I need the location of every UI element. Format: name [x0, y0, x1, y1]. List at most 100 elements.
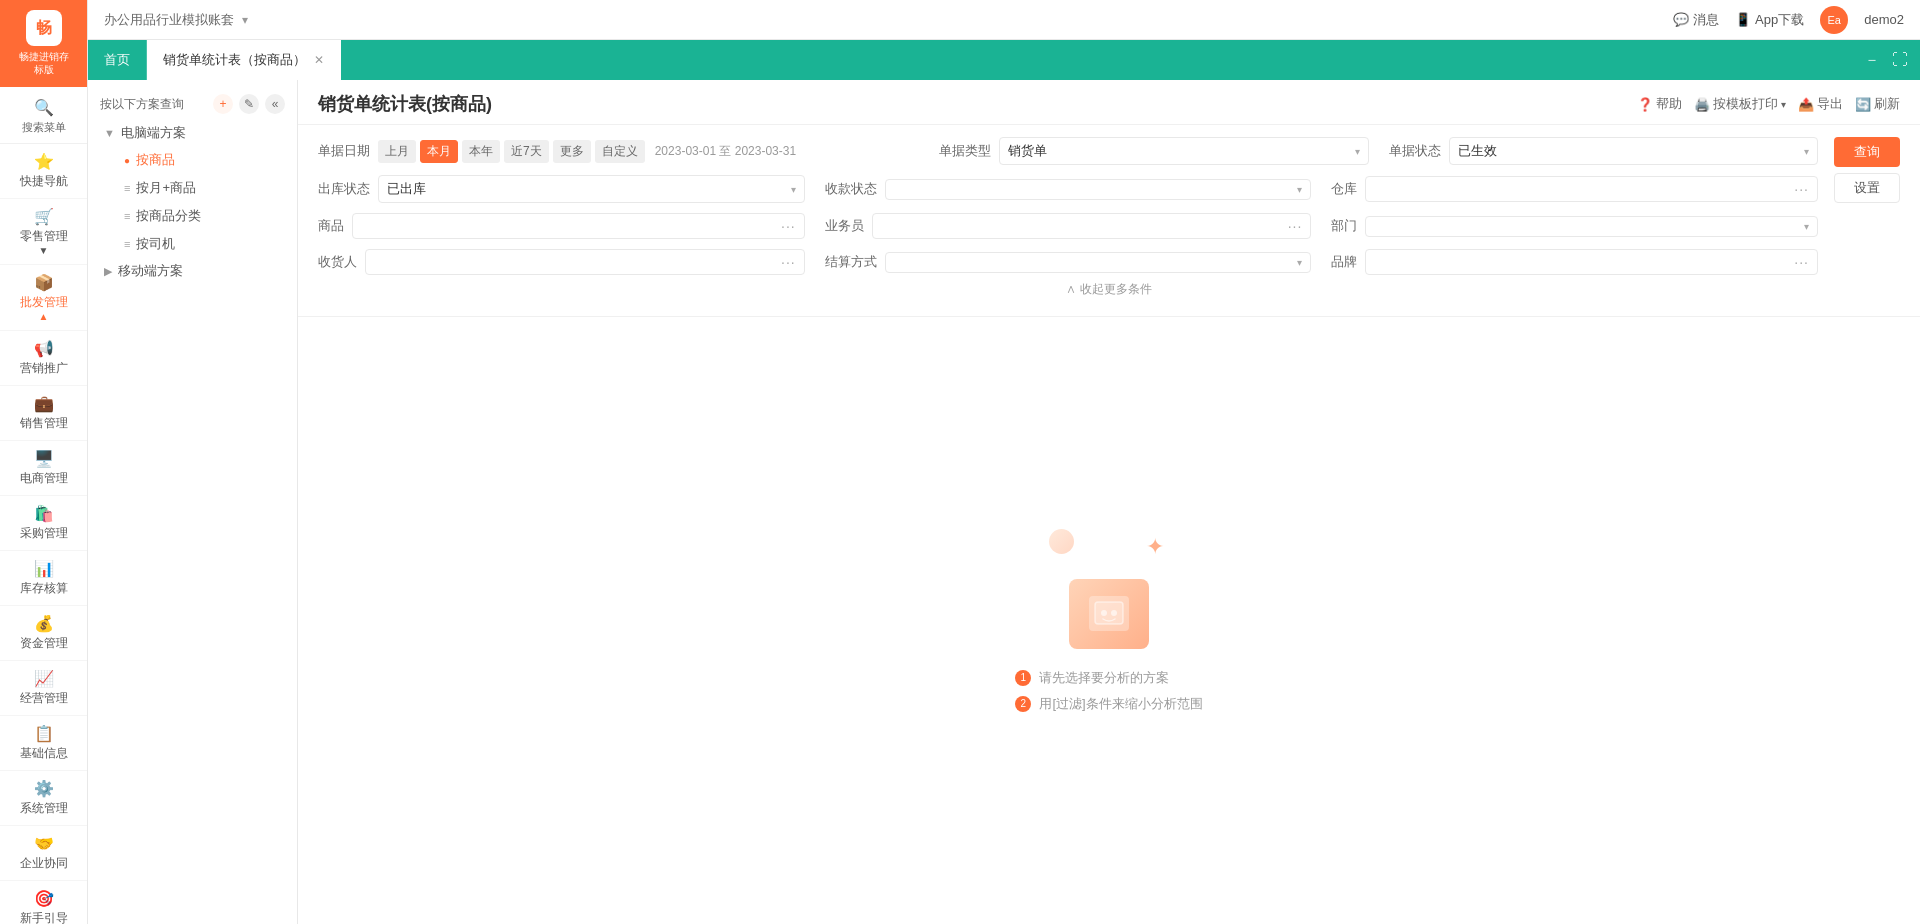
- tree-sub-item-by-product[interactable]: ● 按商品: [88, 146, 297, 174]
- filter-department: 部门 ▾: [1331, 216, 1818, 237]
- app-logo[interactable]: 畅 畅捷进销存 标版: [0, 0, 87, 87]
- tree-item-desktop[interactable]: ▼ 电脑端方案: [88, 120, 297, 146]
- template-print-label: 按模板打印: [1713, 95, 1778, 113]
- by-warehouse-label: 按司机: [136, 235, 175, 253]
- tab-minimize-btn[interactable]: －: [1860, 48, 1884, 73]
- user-name[interactable]: demo2: [1864, 12, 1904, 27]
- sidebar-item-operations[interactable]: 📈 经营管理: [0, 661, 87, 716]
- date-buttons: 上月 本月 本年 近7天 更多 自定义: [378, 140, 645, 163]
- operations-label: 经营管理: [20, 690, 68, 707]
- sidebar-item-finance[interactable]: 💰 资金管理: [0, 606, 87, 661]
- help-icon: ❓: [1637, 97, 1653, 112]
- by-product-category-label: 按商品分类: [136, 207, 201, 225]
- date-btn-this-year[interactable]: 本年: [462, 140, 500, 163]
- date-btn-custom[interactable]: 自定义: [595, 140, 645, 163]
- product-input[interactable]: ···: [352, 213, 805, 239]
- tree-sub-item-by-product-category[interactable]: ≡ 按商品分类: [88, 202, 297, 230]
- collapse-bar[interactable]: ∧ 收起更多条件: [318, 275, 1900, 304]
- sidebar-item-marketing[interactable]: 📢 营销推广: [0, 331, 87, 386]
- department-label: 部门: [1331, 217, 1357, 235]
- template-print-link[interactable]: 🖨️ 按模板打印 ▾: [1694, 95, 1786, 113]
- wholesale-icon: 📦: [34, 273, 54, 292]
- empty-tip-2-text: 用[过滤]条件来缩小分析范围: [1039, 695, 1202, 713]
- sidebar-item-system[interactable]: ⚙️ 系统管理: [0, 771, 87, 826]
- sidebar-item-search[interactable]: 🔍 搜索菜单: [0, 87, 87, 144]
- add-scheme-btn[interactable]: +: [213, 94, 233, 114]
- sidebar-item-purchase[interactable]: 🛍️ 采购管理: [0, 496, 87, 551]
- filter-area: 单据日期 上月 本月 本年 近7天 更多 自定义: [298, 125, 1920, 317]
- out-status-select[interactable]: 已出库 ▾: [378, 175, 805, 203]
- date-filter-control: 上月 本月 本年 近7天 更多 自定义 2023-03-01 至 2023-03…: [378, 140, 919, 163]
- finance-icon: 💰: [34, 614, 54, 633]
- doc-type-select[interactable]: 销货单 ▾: [999, 137, 1368, 165]
- sidebar-item-sales-mgmt[interactable]: 💼 销售管理: [0, 386, 87, 441]
- tree-item-mobile[interactable]: ▶ 移动端方案: [88, 258, 297, 284]
- edit-scheme-btn[interactable]: ✎: [239, 94, 259, 114]
- account-title: 办公用品行业模拟账套: [104, 11, 234, 29]
- sidebar-item-enterprise-collab[interactable]: 🤝 企业协同: [0, 826, 87, 881]
- date-btn-more[interactable]: 更多: [553, 140, 591, 163]
- date-btn-this-month[interactable]: 本月: [420, 140, 458, 163]
- salesperson-input[interactable]: ···: [872, 213, 1312, 239]
- ecom-icon: 🖥️: [34, 449, 54, 468]
- query-button[interactable]: 查询: [1834, 137, 1900, 167]
- enterprise-collab-icon: 🤝: [34, 834, 54, 853]
- filter-collection-status: 收款状态 ▾: [825, 179, 1312, 200]
- content-area: 按以下方案查询 + ✎ « ▼ 电脑端方案 ● 按商品 ≡ 按月+商品 ≡ 按商…: [88, 80, 1920, 924]
- doc-status-arrow: ▾: [1804, 146, 1809, 157]
- department-select[interactable]: ▾: [1365, 216, 1818, 237]
- sidebar-item-ecom[interactable]: 🖥️ 电商管理: [0, 441, 87, 496]
- warehouse-dots: ···: [1794, 181, 1809, 197]
- message-action[interactable]: 💬 消息: [1673, 11, 1719, 29]
- recipient-input[interactable]: ···: [365, 249, 805, 275]
- basic-info-icon: 📋: [34, 724, 54, 743]
- sidebar-item-inventory[interactable]: 📊 库存核算: [0, 551, 87, 606]
- newbie-label: 新手引导: [20, 910, 68, 924]
- empty-state: ✦: [298, 317, 1920, 924]
- header-left: 办公用品行业模拟账套 ▾: [104, 11, 248, 29]
- sidebar-item-newbie[interactable]: 🎯 新手引导: [0, 881, 87, 924]
- empty-illustration: ✦: [1049, 529, 1169, 649]
- tab-home[interactable]: 首页: [88, 40, 147, 80]
- by-product-label: 按商品: [136, 151, 175, 169]
- refresh-icon: 🔄: [1855, 97, 1871, 112]
- sidebar-item-retail[interactable]: 🛒 零售管理 ▼: [0, 199, 87, 265]
- sidebar-item-wholesale[interactable]: 📦 批发管理 ▲: [0, 265, 87, 331]
- tab-sales-stat-close[interactable]: ✕: [314, 54, 324, 66]
- purchase-label: 采购管理: [20, 525, 68, 542]
- help-link[interactable]: ❓ 帮助: [1637, 95, 1682, 113]
- collection-status-select[interactable]: ▾: [885, 179, 1312, 200]
- user-avatar[interactable]: Ea: [1820, 6, 1848, 34]
- tab-sales-stat[interactable]: 销货单统计表（按商品） ✕: [147, 40, 341, 80]
- wholesale-label: 批发管理: [20, 294, 68, 311]
- tree-sub-item-by-month-product[interactable]: ≡ 按月+商品: [88, 174, 297, 202]
- account-dropdown[interactable]: ▾: [242, 13, 248, 27]
- warehouse-input[interactable]: ···: [1365, 176, 1818, 202]
- export-link[interactable]: 📤 导出: [1798, 95, 1843, 113]
- collapse-panel-btn[interactable]: «: [265, 94, 285, 114]
- enterprise-collab-label: 企业协同: [20, 855, 68, 872]
- doc-status-label: 单据状态: [1389, 142, 1441, 160]
- department-arrow: ▾: [1804, 221, 1809, 232]
- retail-icon: 🛒: [34, 207, 54, 226]
- empty-tip-1: 1 请先选择要分析的方案: [1015, 669, 1169, 687]
- bullet-2: 2: [1015, 696, 1031, 712]
- date-btn-7days[interactable]: 近7天: [504, 140, 549, 163]
- filter-row-3: 商品 ··· 业务员 ···: [318, 213, 1818, 239]
- circle-decoration: [1049, 529, 1074, 554]
- refresh-link[interactable]: 🔄 刷新: [1855, 95, 1900, 113]
- settings-button[interactable]: 设置: [1834, 173, 1900, 203]
- tab-maximize-btn[interactable]: ⛶: [1888, 49, 1912, 71]
- brand-dots: ···: [1794, 254, 1809, 270]
- recipient-dots: ···: [781, 254, 796, 270]
- app-download-icon: 📱: [1735, 12, 1751, 27]
- doc-status-select[interactable]: 已生效 ▾: [1449, 137, 1818, 165]
- sidebar-item-basic-info[interactable]: 📋 基础信息: [0, 716, 87, 771]
- tree-sub-item-by-warehouse[interactable]: ≡ 按司机: [88, 230, 297, 258]
- app-download-action[interactable]: 📱 App下载: [1735, 11, 1804, 29]
- sidebar-item-quick-nav[interactable]: ⭐ 快捷导航: [0, 144, 87, 199]
- date-btn-last-month[interactable]: 上月: [378, 140, 416, 163]
- brand-input[interactable]: ···: [1365, 249, 1818, 275]
- out-status-value: 已出库: [387, 180, 785, 198]
- settlement-select[interactable]: ▾: [885, 252, 1312, 273]
